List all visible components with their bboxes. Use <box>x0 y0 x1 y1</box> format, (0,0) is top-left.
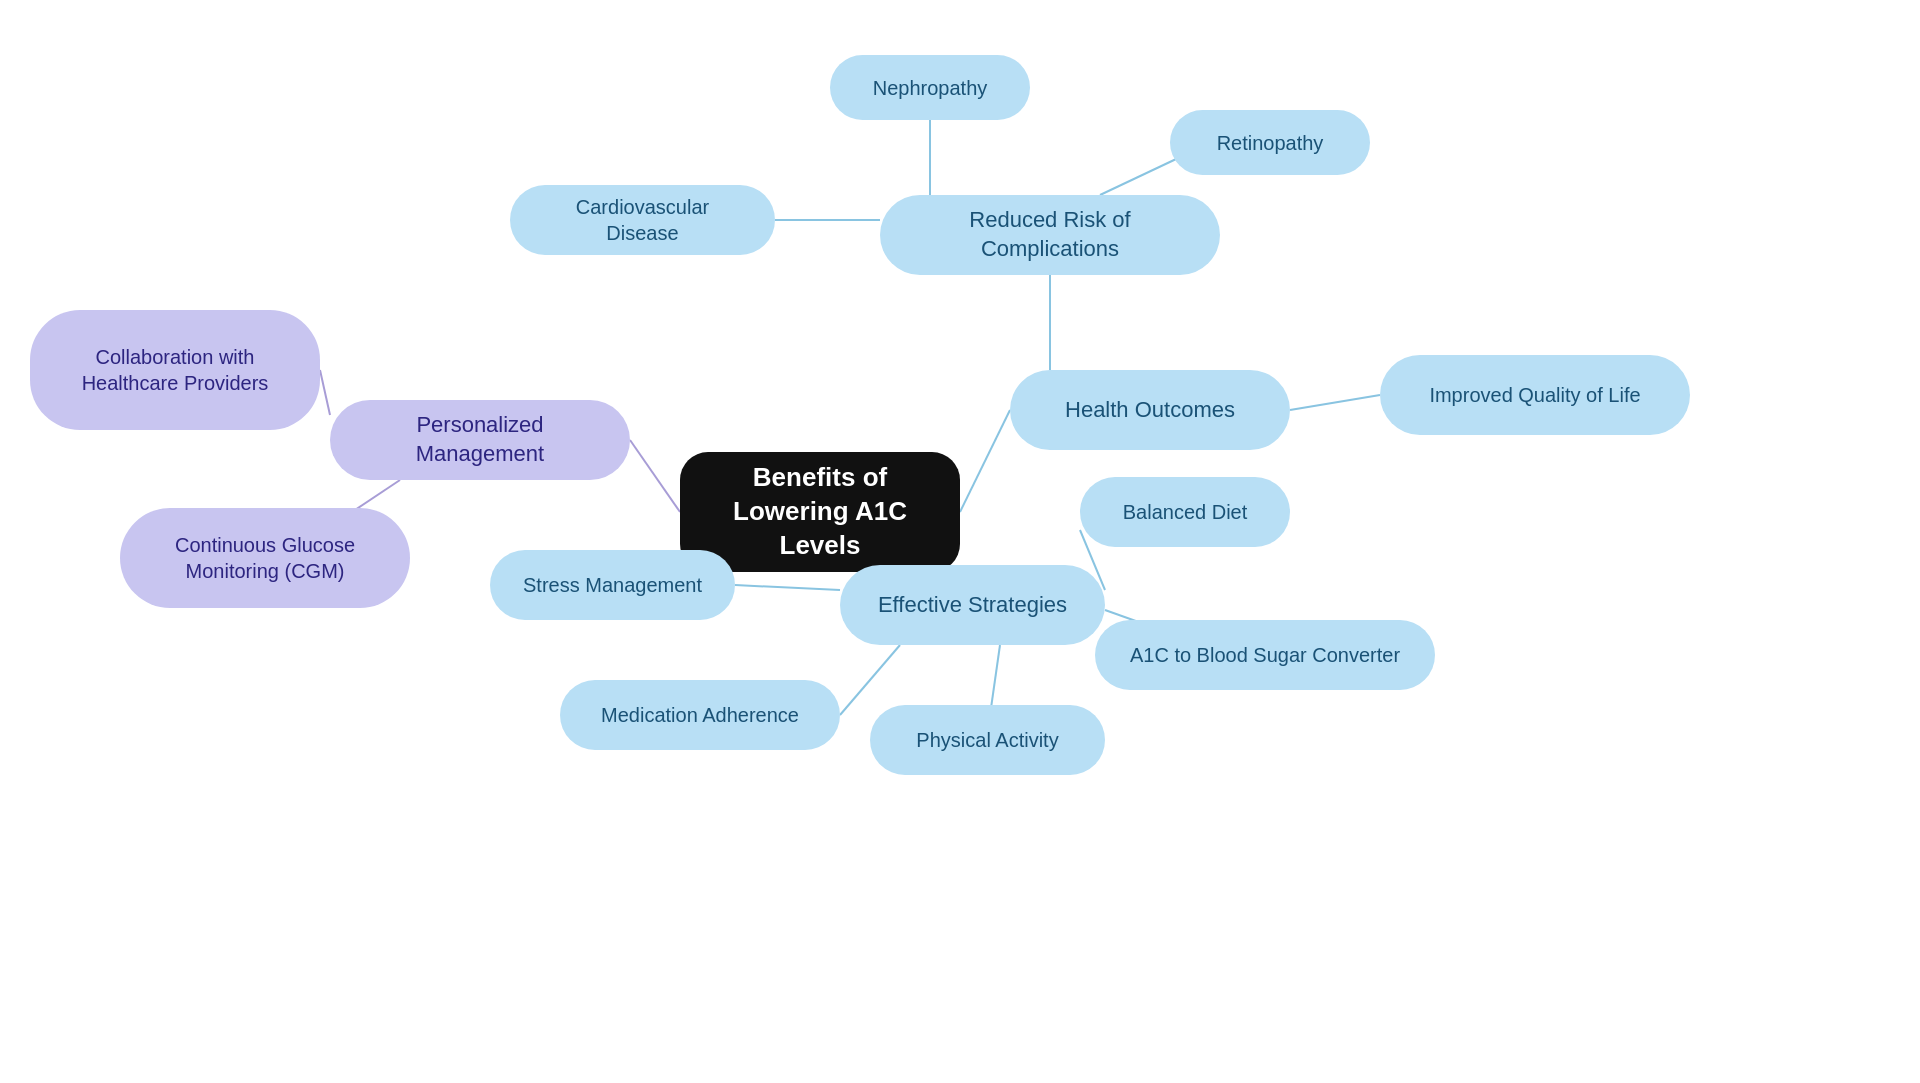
improved-quality-node: Improved Quality of Life <box>1380 355 1690 435</box>
personalized-mgmt-label: Personalized Management <box>358 411 602 468</box>
svg-line-8 <box>320 370 330 415</box>
medication-adherence-node: Medication Adherence <box>560 680 840 750</box>
improved-quality-label: Improved Quality of Life <box>1429 382 1640 408</box>
effective-strategies-node: Effective Strategies <box>840 565 1105 645</box>
reduced-risk-node: Reduced Risk of Complications <box>880 195 1220 275</box>
center-node-label: Benefits of Lowering A1C Levels <box>704 461 936 562</box>
physical-activity-node: Physical Activity <box>870 705 1105 775</box>
collaboration-label: Collaboration with Healthcare Providers <box>58 344 292 396</box>
reduced-risk-label: Reduced Risk of Complications <box>908 206 1192 263</box>
nephropathy-node: Nephropathy <box>830 55 1030 120</box>
personalized-mgmt-node: Personalized Management <box>330 400 630 480</box>
cgm-node: Continuous Glucose Monitoring (CGM) <box>120 508 410 608</box>
balanced-diet-node: Balanced Diet <box>1080 477 1290 547</box>
svg-line-11 <box>735 585 840 590</box>
retinopathy-label: Retinopathy <box>1217 130 1324 156</box>
a1c-converter-label: A1C to Blood Sugar Converter <box>1130 642 1400 668</box>
center-node: Benefits of Lowering A1C Levels <box>680 452 960 572</box>
physical-activity-label: Physical Activity <box>916 727 1058 753</box>
a1c-converter-node: A1C to Blood Sugar Converter <box>1095 620 1435 690</box>
svg-line-7 <box>1290 395 1380 410</box>
health-outcomes-label: Health Outcomes <box>1065 396 1235 425</box>
cardiovascular-label: Cardiovascular Disease <box>538 194 747 246</box>
medication-adherence-label: Medication Adherence <box>601 702 799 728</box>
cardiovascular-node: Cardiovascular Disease <box>510 185 775 255</box>
stress-mgmt-label: Stress Management <box>523 572 702 598</box>
health-outcomes-node: Health Outcomes <box>1010 370 1290 450</box>
stress-mgmt-node: Stress Management <box>490 550 735 620</box>
svg-line-0 <box>960 410 1010 512</box>
retinopathy-node: Retinopathy <box>1170 110 1370 175</box>
cgm-label: Continuous Glucose Monitoring (CGM) <box>148 532 382 584</box>
balanced-diet-label: Balanced Diet <box>1123 499 1248 525</box>
effective-strategies-label: Effective Strategies <box>878 591 1067 620</box>
svg-line-12 <box>840 645 900 715</box>
svg-line-1 <box>630 440 680 512</box>
collaboration-node: Collaboration with Healthcare Providers <box>30 310 320 430</box>
nephropathy-label: Nephropathy <box>873 75 988 101</box>
